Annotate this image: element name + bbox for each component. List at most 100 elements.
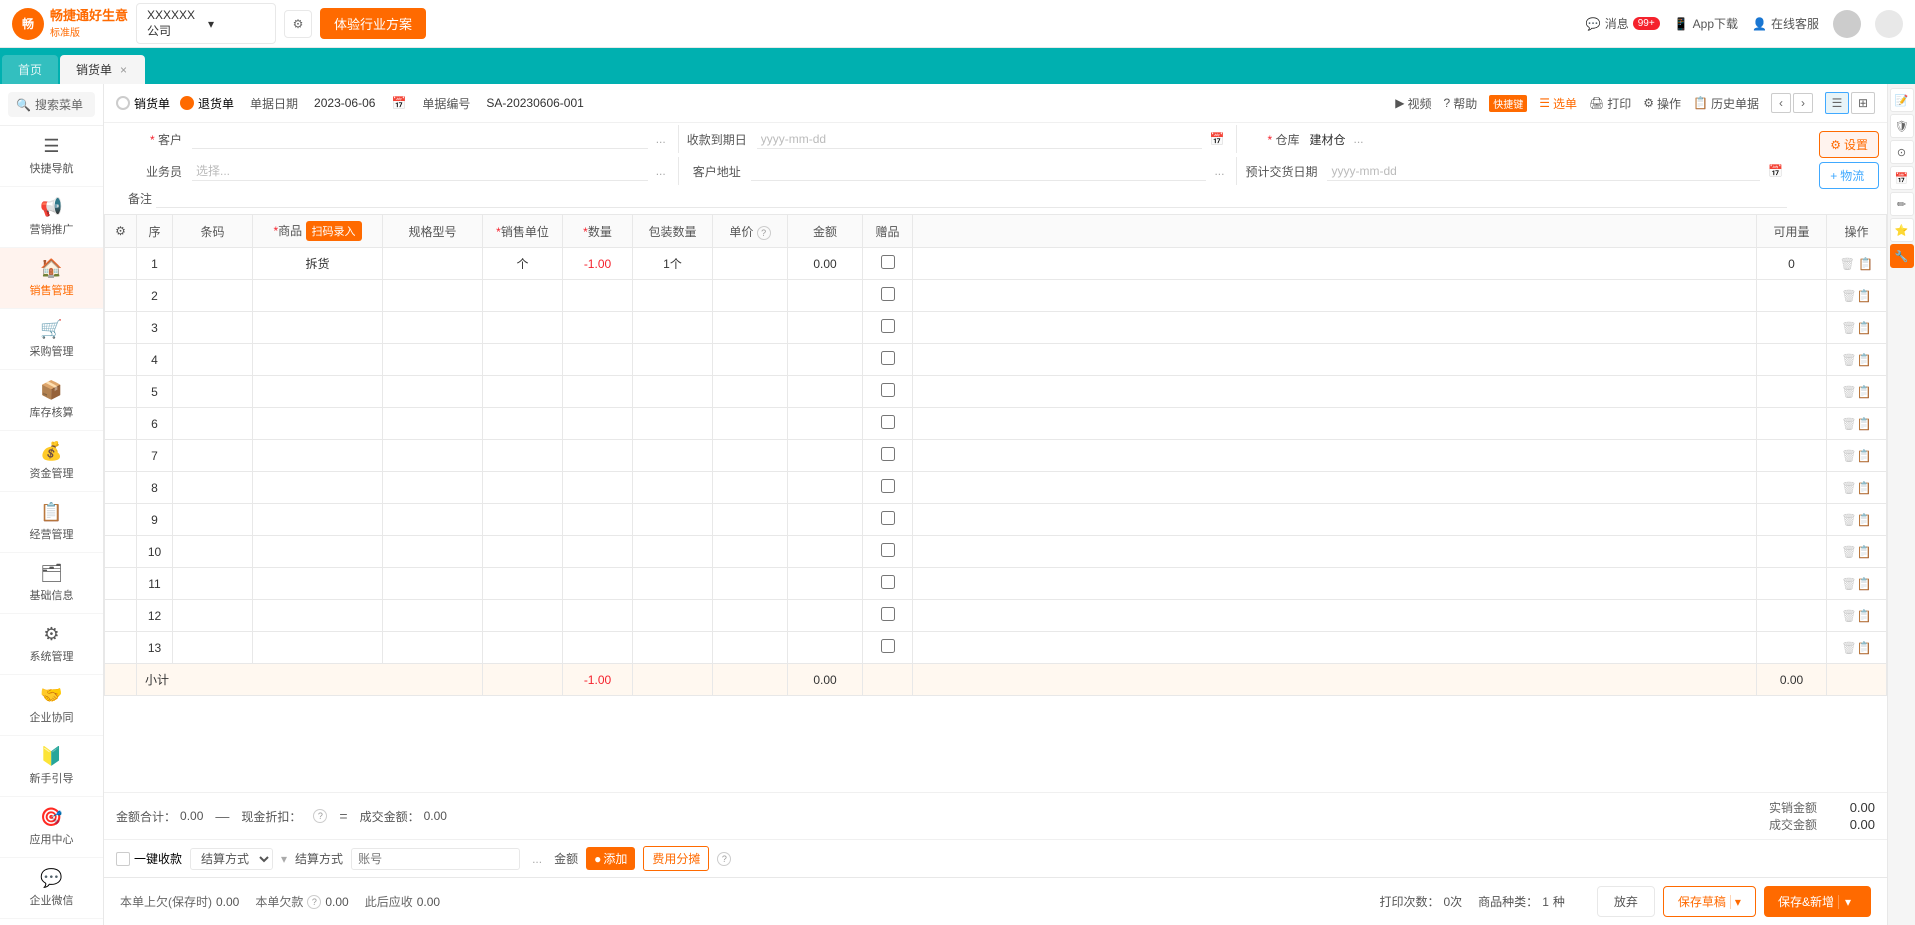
price-info-icon[interactable]: ? bbox=[757, 226, 771, 240]
list-view-btn[interactable]: ☰ bbox=[1825, 92, 1849, 114]
sidebar-item-member[interactable]: 🎖 畅会员 bbox=[0, 919, 103, 925]
salesperson-more-icon[interactable]: ... bbox=[652, 164, 670, 178]
copy-icon[interactable]: 📋 bbox=[1857, 641, 1872, 655]
copy-icon[interactable]: 📋 bbox=[1857, 609, 1872, 623]
sidebar-item-inventory[interactable]: 📦 库存核算 bbox=[0, 370, 103, 431]
user-avatar[interactable] bbox=[1833, 10, 1861, 38]
delete-icon[interactable]: 🗑 bbox=[1841, 481, 1856, 495]
action-select-btn[interactable]: ☰ 选单 bbox=[1539, 95, 1577, 112]
sidebar-search-area[interactable]: 🔍 搜索菜单 bbox=[0, 84, 103, 126]
account-input[interactable] bbox=[351, 848, 520, 870]
delete-icon[interactable]: 🗑 bbox=[1841, 513, 1856, 527]
draft-chevron-icon[interactable]: ▾ bbox=[1730, 895, 1741, 909]
logistics-button[interactable]: + 物流 bbox=[1819, 162, 1879, 189]
discard-button[interactable]: 放弃 bbox=[1597, 886, 1655, 917]
settings-button[interactable]: ⚙ 设置 bbox=[1819, 131, 1879, 158]
grid-view-btn[interactable]: ⊞ bbox=[1851, 92, 1875, 114]
copy-icon[interactable]: 📋 bbox=[1857, 289, 1872, 303]
expense-split-button[interactable]: 费用分摊 bbox=[643, 846, 709, 871]
delete-icon[interactable]: 🗑 bbox=[1841, 545, 1856, 559]
action-history-btn[interactable]: 📋 历史单据 bbox=[1693, 95, 1759, 112]
delete-icon[interactable]: 🗑 bbox=[1841, 353, 1856, 367]
customer-more-icon[interactable]: ... bbox=[652, 132, 670, 146]
copy-icon[interactable]: 📋 bbox=[1857, 513, 1872, 527]
rf-btn-5[interactable]: ✏ bbox=[1890, 192, 1914, 216]
delete-icon[interactable]: 🗑 bbox=[1841, 641, 1856, 655]
copy-icon[interactable]: 📋 bbox=[1857, 449, 1872, 463]
delete-icon[interactable]: 🗑 bbox=[1841, 449, 1856, 463]
scan-code-btn[interactable]: 扫码录入 bbox=[306, 221, 362, 241]
action-shortcut-btn[interactable]: 快捷键 bbox=[1489, 95, 1527, 112]
rf-btn-3[interactable]: ⊙ bbox=[1890, 140, 1914, 164]
company-selector[interactable]: XXXXXX公司 ▾ bbox=[136, 3, 276, 44]
tab-home[interactable]: 首页 bbox=[2, 55, 58, 84]
delivery-calendar-icon[interactable]: 📅 bbox=[1764, 164, 1787, 178]
salesperson-input[interactable] bbox=[192, 162, 648, 181]
message-button[interactable]: 💬 消息 99+ bbox=[1586, 15, 1660, 32]
account-more-icon[interactable]: ... bbox=[528, 852, 546, 866]
trial-button[interactable]: 体验行业方案 bbox=[320, 8, 426, 39]
cell-spec-1[interactable] bbox=[383, 248, 483, 280]
copy-icon[interactable]: 📋 bbox=[1857, 417, 1872, 431]
th-settings[interactable]: ⚙ bbox=[105, 215, 137, 248]
save-draft-button[interactable]: 保存草稿 ▾ bbox=[1663, 886, 1756, 917]
due-date-calendar-icon[interactable]: 📅 bbox=[1206, 132, 1229, 146]
rf-btn-6[interactable]: ⭐ bbox=[1890, 218, 1914, 242]
cell-qty-1[interactable]: -1.00 bbox=[563, 248, 633, 280]
sidebar-item-marketing[interactable]: 📢 营销推广 bbox=[0, 187, 103, 248]
due-date-input[interactable] bbox=[757, 130, 1202, 149]
radio-sales-order[interactable]: 销货单 bbox=[116, 95, 170, 112]
rf-btn-7-orange[interactable]: 🔧 bbox=[1890, 244, 1914, 268]
rf-btn-1[interactable]: 📝 bbox=[1890, 88, 1914, 112]
add-button[interactable]: ● 添加 bbox=[586, 847, 635, 870]
sidebar-item-purchase[interactable]: 🛒 采购管理 bbox=[0, 309, 103, 370]
rf-btn-2[interactable]: 🛡 bbox=[1890, 114, 1914, 138]
delete-icon[interactable]: 🗑 bbox=[1841, 321, 1856, 335]
expense-info-icon[interactable]: ? bbox=[717, 852, 731, 866]
settlement-method-select[interactable]: 结算方式 bbox=[190, 848, 273, 870]
one-click-payment-checkbox[interactable]: 一键收款 bbox=[116, 850, 182, 867]
action-operate-btn[interactable]: ⚙ 操作 bbox=[1643, 95, 1681, 112]
arrears-info-icon[interactable]: ? bbox=[307, 895, 321, 909]
copy-icon[interactable]: 📋 bbox=[1857, 321, 1872, 335]
settings-gear-icon[interactable]: ⚙ bbox=[284, 10, 312, 38]
save-new-chevron-icon[interactable]: ▾ bbox=[1838, 895, 1857, 909]
action-help-btn[interactable]: ? 帮助 bbox=[1444, 95, 1478, 112]
action-print-btn[interactable]: 🖨 打印 bbox=[1589, 95, 1631, 112]
delete-row-1-icon[interactable]: 🗑 bbox=[1840, 257, 1855, 271]
sidebar-item-wechat[interactable]: 💬 企业微信 bbox=[0, 858, 103, 919]
copy-row-1-icon[interactable]: 📋 bbox=[1858, 257, 1873, 271]
delete-icon[interactable]: 🗑 bbox=[1841, 577, 1856, 591]
sidebar-item-guide[interactable]: 🔰 新手引导 bbox=[0, 736, 103, 797]
tab-sales-order[interactable]: 销货单 × bbox=[60, 55, 145, 84]
copy-icon[interactable]: 📋 bbox=[1857, 353, 1872, 367]
radio-return-order[interactable]: 退货单 bbox=[180, 95, 234, 112]
discount-info-icon[interactable]: ? bbox=[313, 809, 327, 823]
delete-icon[interactable]: 🗑 bbox=[1841, 385, 1856, 399]
search-input-trigger[interactable]: 🔍 搜索菜单 bbox=[8, 92, 95, 117]
sidebar-item-system[interactable]: ⚙ 系统管理 bbox=[0, 614, 103, 675]
customer-input[interactable] bbox=[192, 130, 648, 149]
sidebar-item-basics[interactable]: 🗂 基础信息 bbox=[0, 553, 103, 614]
delete-icon[interactable]: 🗑 bbox=[1841, 609, 1856, 623]
note-input[interactable] bbox=[156, 189, 1787, 208]
warehouse-more-icon[interactable]: ... bbox=[1349, 132, 1367, 146]
address-more-icon[interactable]: ... bbox=[1210, 164, 1228, 178]
delete-icon[interactable]: 🗑 bbox=[1841, 289, 1856, 303]
sidebar-item-operations[interactable]: 📋 经营管理 bbox=[0, 492, 103, 553]
cell-price-1[interactable] bbox=[713, 248, 788, 280]
copy-icon[interactable]: 📋 bbox=[1857, 545, 1872, 559]
rf-btn-4[interactable]: 📅 bbox=[1890, 166, 1914, 190]
expected-delivery-input[interactable] bbox=[1327, 162, 1760, 181]
calendar-icon[interactable]: 📅 bbox=[391, 96, 406, 110]
sidebar-item-sales[interactable]: 🏠 销售管理 bbox=[0, 248, 103, 309]
sidebar-item-quick-nav[interactable]: ☰ 快捷导航 bbox=[0, 126, 103, 187]
app-download-button[interactable]: 📱 App下载 bbox=[1674, 15, 1738, 32]
online-service-button[interactable]: 👤 在线客服 bbox=[1752, 15, 1819, 32]
sidebar-item-finance[interactable]: 💰 资金管理 bbox=[0, 431, 103, 492]
save-new-button[interactable]: 保存&新增 ▾ bbox=[1764, 886, 1871, 917]
copy-icon[interactable]: 📋 bbox=[1857, 481, 1872, 495]
delete-icon[interactable]: 🗑 bbox=[1841, 417, 1856, 431]
sidebar-item-appstore[interactable]: 🎯 应用中心 bbox=[0, 797, 103, 858]
action-video-btn[interactable]: ▶ 视频 bbox=[1395, 95, 1431, 112]
